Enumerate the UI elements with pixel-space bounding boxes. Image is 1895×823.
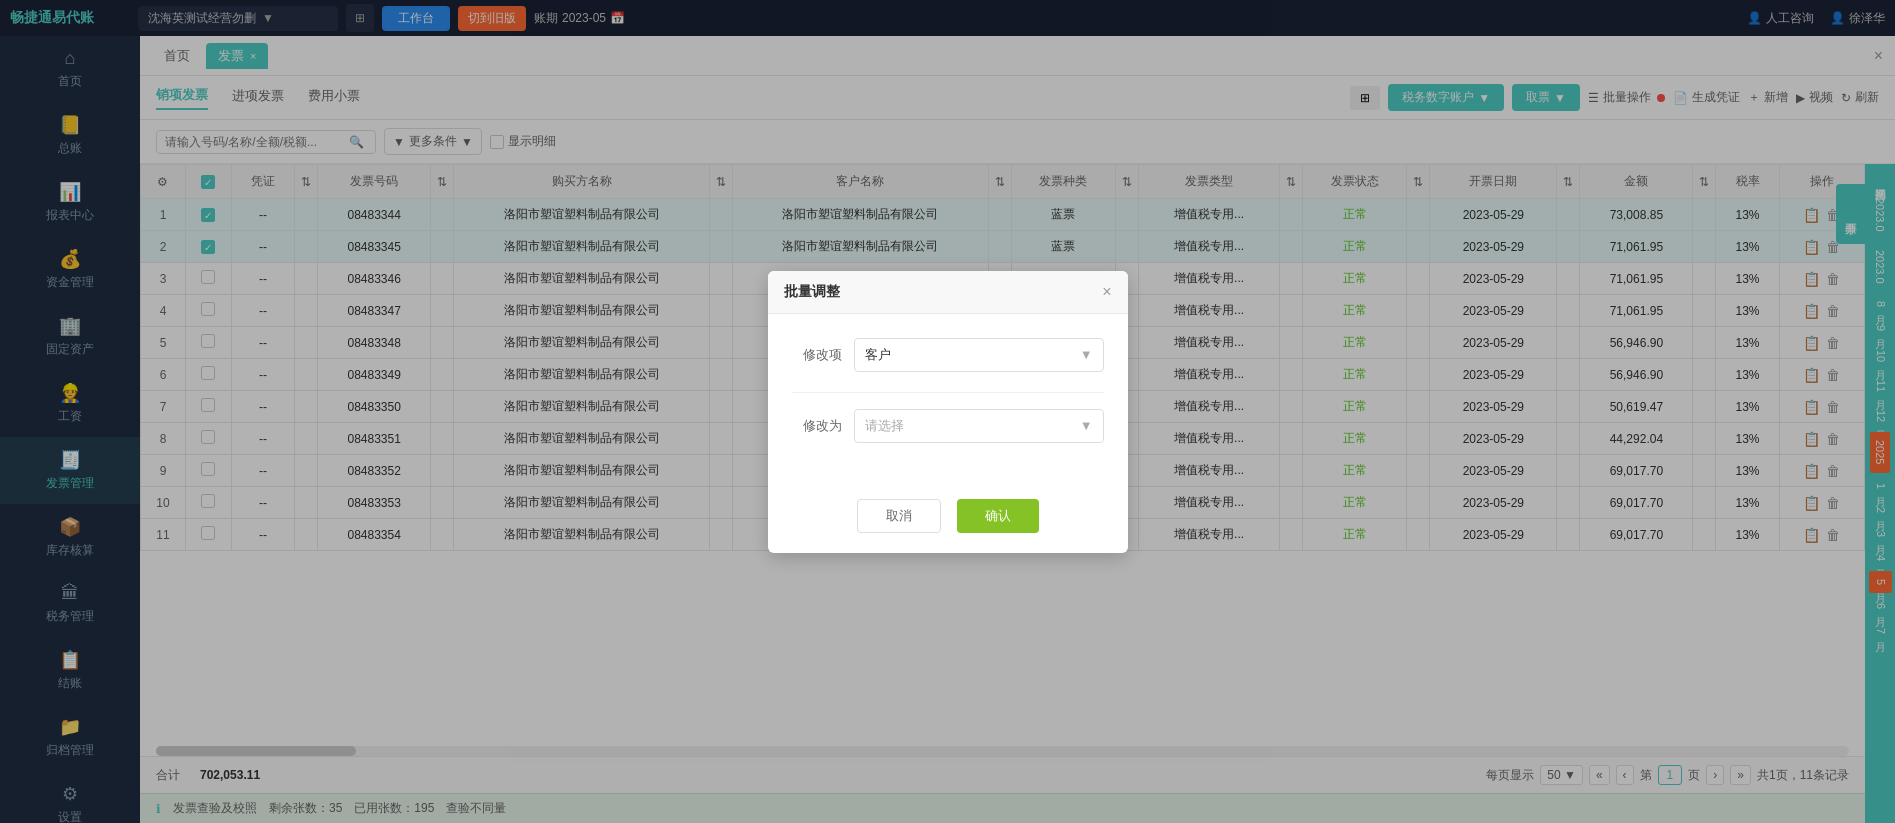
modify-to-select[interactable]: 请选择 ▼ bbox=[854, 409, 1104, 443]
dialog-overlay[interactable]: 批量调整 × 修改项 客户 ▼ 修改为 请选择 ▼ 取消 确认 bbox=[0, 0, 1895, 823]
dialog-body: 修改项 客户 ▼ 修改为 请选择 ▼ bbox=[768, 314, 1128, 487]
confirm-btn[interactable]: 确认 bbox=[957, 499, 1039, 533]
dialog-footer: 取消 确认 bbox=[768, 487, 1128, 553]
modify-to-row: 修改为 请选择 ▼ bbox=[792, 409, 1104, 443]
modify-item-row: 修改项 客户 ▼ bbox=[792, 338, 1104, 372]
modify-to-label: 修改为 bbox=[792, 417, 842, 435]
modify-item-label: 修改项 bbox=[792, 346, 842, 364]
dialog-title: 批量调整 bbox=[784, 283, 840, 301]
form-divider bbox=[792, 392, 1104, 393]
modify-to-arrow: ▼ bbox=[1080, 418, 1093, 433]
modify-item-arrow: ▼ bbox=[1080, 347, 1093, 362]
modify-item-select[interactable]: 客户 ▼ bbox=[854, 338, 1104, 372]
batch-adjust-dialog: 批量调整 × 修改项 客户 ▼ 修改为 请选择 ▼ 取消 确认 bbox=[768, 271, 1128, 553]
cancel-btn[interactable]: 取消 bbox=[857, 499, 941, 533]
modify-to-placeholder: 请选择 bbox=[865, 417, 904, 435]
dialog-header: 批量调整 × bbox=[768, 271, 1128, 314]
dialog-close-btn[interactable]: × bbox=[1102, 283, 1111, 301]
modify-item-value: 客户 bbox=[865, 346, 891, 364]
